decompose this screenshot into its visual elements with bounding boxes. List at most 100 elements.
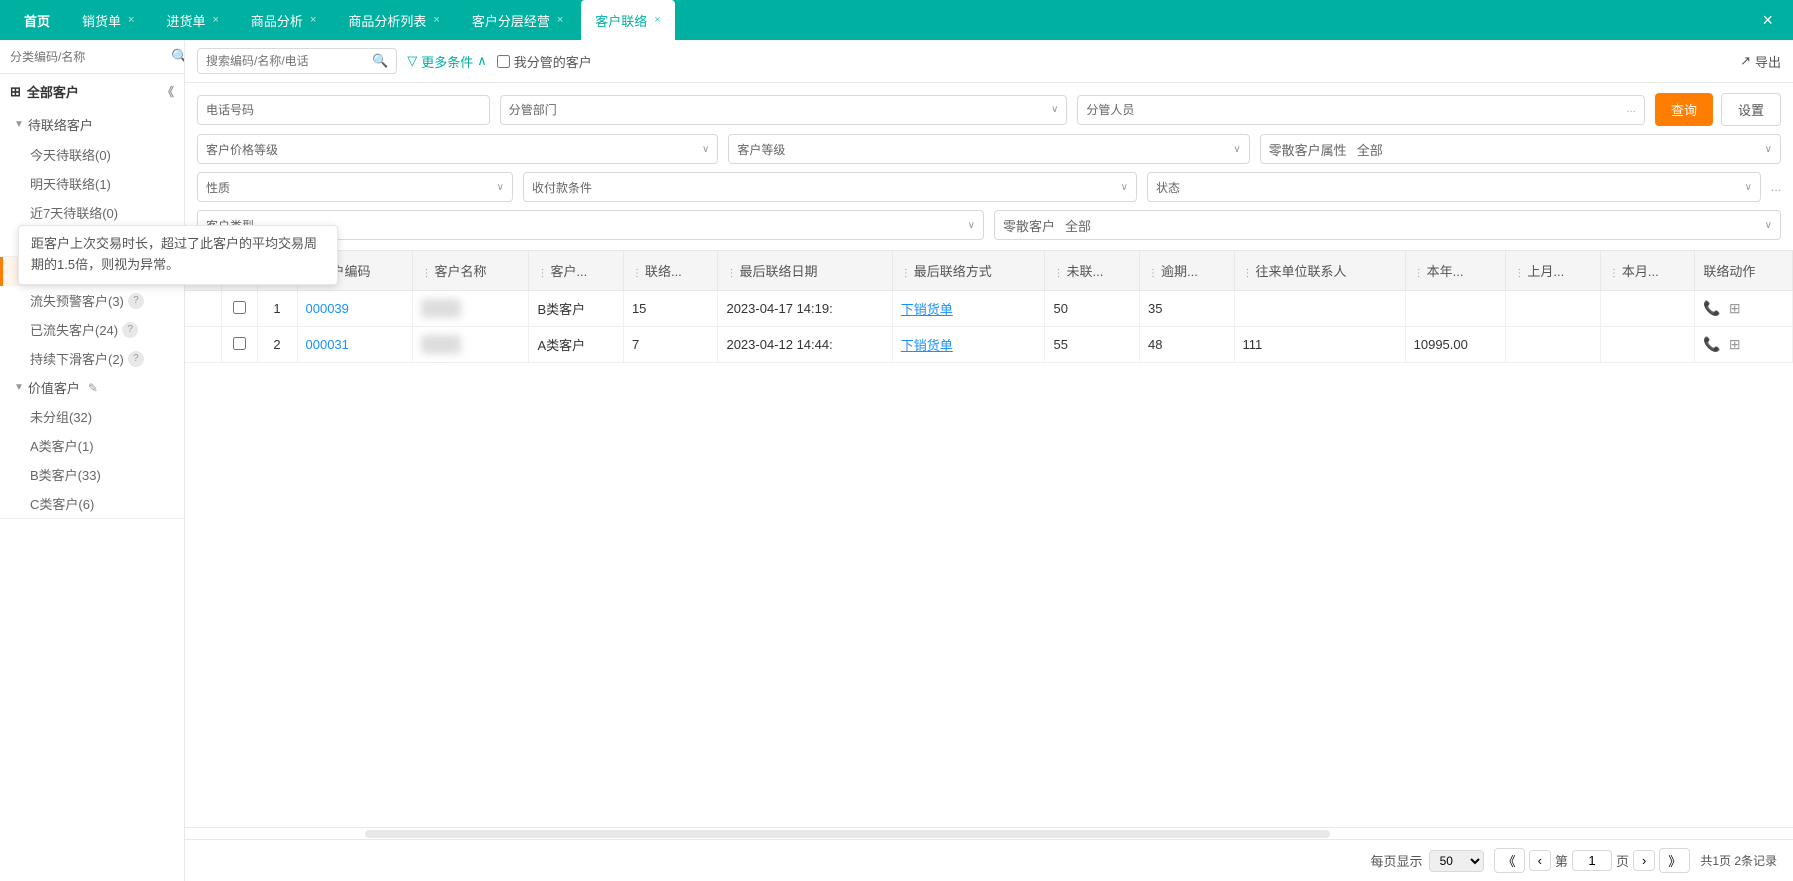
sidebar-item-continuing-down[interactable]: 持续下滑客户(2) ?	[0, 344, 184, 373]
col-contact-count: ⋮联络...	[623, 251, 718, 291]
person-label: 分管人员	[1086, 101, 1134, 118]
row-checkbox-1[interactable]	[233, 337, 246, 350]
settings-button[interactable]: 设置	[1721, 93, 1781, 126]
row-this-month	[1600, 327, 1695, 363]
export-button[interactable]: ↗ 导出	[1740, 52, 1781, 71]
all-customers-section[interactable]: ⊞ 全部客户 《	[0, 74, 184, 109]
sidebar-item-lost-preview[interactable]: 流失预警客户(3) ?	[0, 286, 184, 315]
pending-group-title[interactable]: ▼ 待联络客户	[0, 109, 184, 140]
row-checkbox-0[interactable]	[233, 301, 246, 314]
customer-level-label: 客户等级	[737, 141, 785, 158]
col-last-contact-date: ⋮最后联络日期	[718, 251, 892, 291]
row-gear	[185, 291, 221, 327]
row-code[interactable]: 000039	[297, 291, 413, 327]
sidebar-collapse-btn[interactable]: 《	[162, 83, 174, 100]
close-tab-customer-segment[interactable]: ×	[557, 14, 563, 26]
tab-home[interactable]: 首页	[10, 0, 64, 40]
value-group-label: 价值客户	[28, 378, 80, 397]
dept-arrow-icon: ∨	[1051, 104, 1058, 115]
col-action: 联络动作	[1695, 251, 1793, 291]
sidebar-item-today[interactable]: 今天待联络(0)	[0, 140, 184, 169]
close-tab-product-list[interactable]: ×	[433, 14, 439, 26]
dept-label: 分管部门	[509, 101, 557, 118]
row-last-contact-method[interactable]: 下销货单	[892, 291, 1045, 327]
filter-more-btn[interactable]: ...	[1771, 180, 1781, 194]
grid-icon: ⊞	[10, 84, 21, 100]
pending-arrow-icon: ▼	[14, 119, 24, 130]
filter-gender[interactable]: 性质 ∨	[197, 172, 513, 202]
tab-sales[interactable]: 销货单 ×	[68, 0, 148, 40]
page-size-select[interactable]: 50 20 100	[1429, 850, 1484, 872]
sidebar-search-area: 🔍	[0, 40, 184, 74]
sidebar-item-ungrouped[interactable]: 未分组(32)	[0, 402, 184, 431]
sidebar-item-tomorrow[interactable]: 明天待联络(1)	[0, 169, 184, 198]
sidebar-item-7days[interactable]: 近7天待联络(0)	[0, 198, 184, 227]
filter-icon: ▽	[407, 53, 417, 69]
my-customers-wrap: 我分管的客户	[497, 52, 592, 71]
table-area: 距客户上次交易时长，超过了此客户的平均交易周期的1.5倍，则视为异常。 ⚙ ⋮客…	[185, 251, 1793, 827]
filter-retail-attr[interactable]: 零散客户属性 全部 ∨	[1260, 134, 1781, 164]
sidebar-item-c-class[interactable]: C类客户(6)	[0, 489, 184, 518]
first-page-btn[interactable]: 《	[1494, 848, 1525, 873]
col-last-month: ⋮上月...	[1506, 251, 1601, 291]
close-tab-customer-contact[interactable]: ×	[654, 14, 660, 26]
page-number-input[interactable]	[1572, 850, 1612, 871]
value-group-edit-icon[interactable]: ✎	[88, 381, 98, 395]
more-conditions-btn[interactable]: ▽ 更多条件 ∧	[407, 52, 487, 71]
row-last-contact-date: 2023-04-17 14:19:	[718, 291, 892, 327]
close-tab-purchase[interactable]: ×	[212, 14, 218, 26]
sidebar-item-a-class[interactable]: A类客户(1)	[0, 431, 184, 460]
tab-customer-contact[interactable]: 客户联络 ×	[581, 0, 674, 40]
sidebar-item-b-class[interactable]: B类客户(33)	[0, 460, 184, 489]
page-navigation: 《 ‹ 第 页 › 》	[1494, 848, 1691, 873]
row-overdue: 35	[1140, 291, 1235, 327]
row-this-month	[1600, 291, 1695, 327]
tab-customer-segment[interactable]: 客户分层经营 ×	[458, 0, 577, 40]
row-last-month	[1506, 327, 1601, 363]
page-total: 共1页 2条记录	[1700, 852, 1777, 869]
row-code[interactable]: 000031	[297, 327, 413, 363]
horizontal-scrollbar[interactable]	[185, 827, 1793, 839]
retail-customer-label: 零散客户 全部	[1003, 216, 1091, 235]
search-input[interactable]	[206, 54, 366, 68]
filter-customer-level[interactable]: 客户等级 ∨	[728, 134, 1249, 164]
table-row: 1 000039 B类客户 15 2023-04-17 14:19: 下销货单 …	[185, 291, 1793, 327]
row-last-contact-method[interactable]: 下销货单	[892, 327, 1045, 363]
last-page-btn[interactable]: 》	[1659, 848, 1690, 873]
filter-person[interactable]: 分管人员 …	[1077, 95, 1645, 125]
action-menu-icon[interactable]: ⊞	[1729, 300, 1741, 317]
tooltip-popup: 距客户上次交易时长，超过了此客户的平均交易周期的1.5倍，则视为异常。	[185, 251, 338, 285]
price-level-arrow: ∨	[702, 144, 709, 155]
search-icon[interactable]: 🔍	[372, 53, 388, 69]
tab-purchase[interactable]: 进货单 ×	[152, 0, 232, 40]
row-name[interactable]	[413, 327, 529, 363]
action-menu-icon[interactable]: ⊞	[1729, 336, 1741, 353]
close-tab-product-analysis[interactable]: ×	[310, 14, 316, 26]
tab-product-list[interactable]: 商品分析列表 ×	[334, 0, 453, 40]
close-tab-sales[interactable]: ×	[128, 14, 134, 26]
action-phone-icon[interactable]: 📞	[1703, 300, 1720, 317]
action-phone-icon[interactable]: 📞	[1703, 336, 1720, 353]
query-button[interactable]: 查询	[1655, 93, 1713, 126]
my-customers-checkbox[interactable]	[497, 55, 510, 68]
filter-row-1: 电话号码 分管部门 ∨ 分管人员 … 查询 设置	[197, 93, 1781, 126]
filter-price-level[interactable]: 客户价格等级 ∨	[197, 134, 718, 164]
row-not-contact: 55	[1045, 327, 1140, 363]
filter-phone[interactable]: 电话号码	[197, 95, 490, 125]
row-check[interactable]	[221, 291, 257, 327]
next-page-btn[interactable]: ›	[1633, 850, 1655, 871]
tab-product-analysis[interactable]: 商品分析 ×	[237, 0, 330, 40]
filter-dept[interactable]: 分管部门 ∨	[500, 95, 1068, 125]
per-page-label: 每页显示	[1371, 851, 1423, 870]
filter-status[interactable]: 状态 ∨	[1147, 172, 1761, 202]
row-name[interactable]	[413, 291, 529, 327]
window-close-button[interactable]: ×	[1752, 10, 1783, 31]
sidebar-search-input[interactable]	[10, 50, 165, 64]
sidebar-item-already-lost[interactable]: 已流失客户(24) ?	[0, 315, 184, 344]
sidebar-search-icon[interactable]: 🔍	[171, 48, 185, 65]
value-group-title[interactable]: ▼ 价值客户 ✎	[0, 373, 184, 402]
row-check[interactable]	[221, 327, 257, 363]
filter-retail-customer[interactable]: 零散客户 全部 ∨	[994, 210, 1781, 240]
prev-page-btn[interactable]: ‹	[1529, 850, 1551, 871]
filter-payment[interactable]: 收付款条件 ∨	[523, 172, 1137, 202]
